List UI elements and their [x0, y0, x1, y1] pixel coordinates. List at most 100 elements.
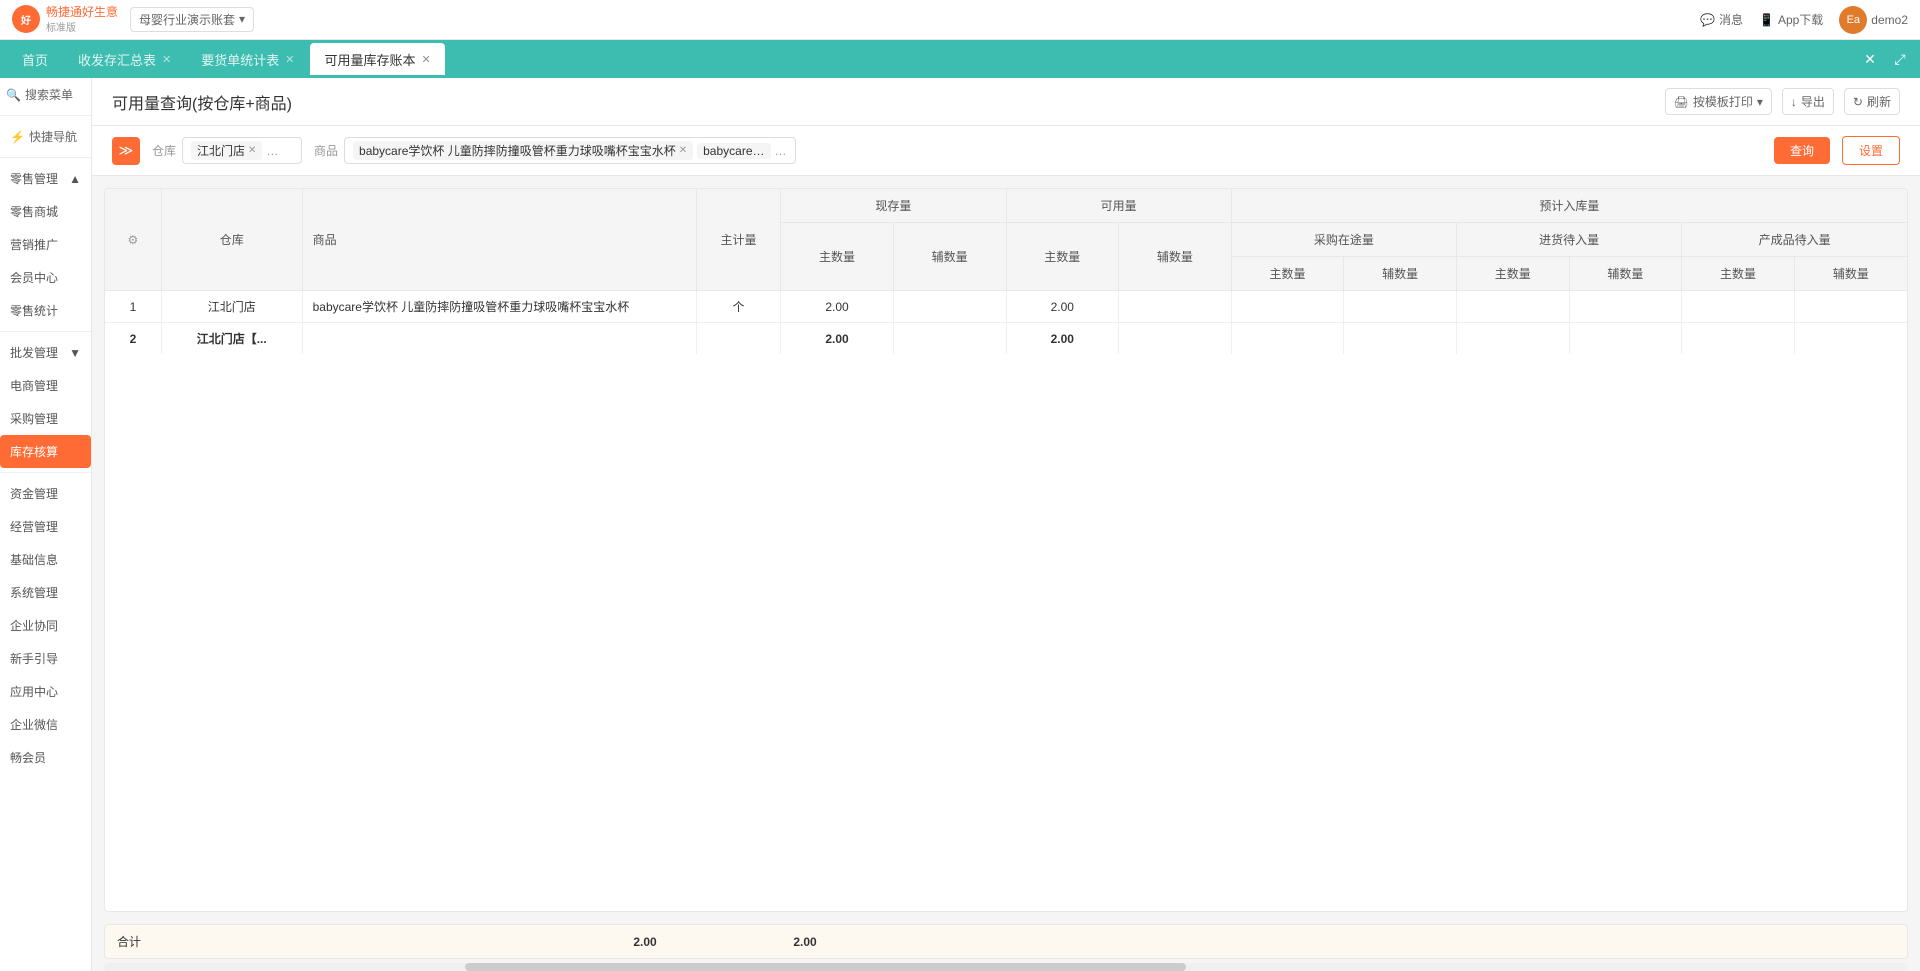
- product-tag-2: babycare…: [697, 143, 770, 159]
- th-production-pending-main: 主数量: [1682, 257, 1795, 291]
- warehouse-tag: 江北门店 ✕: [191, 141, 262, 160]
- cell-pt-main-2: [1231, 323, 1344, 355]
- app-download-btn[interactable]: 📱 App下载: [1759, 11, 1823, 28]
- th-warehouse: 仓库: [161, 189, 302, 291]
- th-settings: ⚙: [105, 189, 161, 291]
- chevron-down-icon3: ▾: [1757, 95, 1763, 109]
- main-layout: 🔍 搜索菜单 ⚡ 快捷导航 零售管理 ▲ 零售商城 营销推广 会员中心 零售统计…: [0, 78, 1920, 971]
- sidebar-item-purchase[interactable]: 采购管理: [0, 402, 91, 435]
- table-footer: 合计 2.00 2.00: [104, 924, 1908, 959]
- cell-available-aux-2: [1119, 323, 1232, 355]
- cell-pt-aux-1: [1344, 291, 1457, 323]
- product-value-box[interactable]: babycare学饮杯 儿童防摔防撞吸管杯重力球吸嘴杯宝宝水杯 ✕ babyca…: [344, 137, 795, 164]
- table-row: 1 江北门店 babycare学饮杯 儿童防摔防撞吸管杯重力球吸嘴杯宝宝水杯 个…: [105, 291, 1907, 323]
- cell-stock-aux-2: [893, 323, 1006, 355]
- data-table: ⚙ 仓库 商品 主计量 现存量 可用量 预计入库量 主数量 辅数量 主数量 辅数…: [105, 189, 1907, 354]
- th-available-group: 可用量: [1006, 189, 1231, 223]
- sidebar-item-finance[interactable]: 资金管理: [0, 477, 91, 510]
- setting-btn[interactable]: 设置: [1842, 136, 1900, 165]
- sidebar-section-wholesale[interactable]: 批发管理 ▼: [0, 336, 91, 369]
- tab-close-available-inventory[interactable]: ✕: [422, 53, 431, 66]
- sidebar-item-retail-stats[interactable]: 零售统计: [0, 294, 91, 327]
- cell-product-1: babycare学饮杯 儿童防摔防撞吸管杯重力球吸嘴杯宝宝水杯: [302, 291, 696, 323]
- th-purchase-pending-group: 进货待入量: [1457, 223, 1682, 257]
- tab-close-receive-summary[interactable]: ✕: [162, 53, 171, 66]
- brand-name: 畅捷通好生意: [46, 5, 118, 19]
- search-icon: 🔍: [6, 88, 21, 102]
- brand-logo: 好: [12, 5, 40, 33]
- refresh-btn[interactable]: ↻ 刷新: [1844, 88, 1900, 115]
- filter-toggle-btn[interactable]: ≫: [112, 137, 140, 165]
- tab-receive-summary[interactable]: 收发存汇总表 ✕: [64, 43, 185, 75]
- quick-nav-icon: ⚡: [10, 130, 25, 144]
- sidebar-item-enterprise-wechat[interactable]: 企业微信: [0, 708, 91, 741]
- user-menu[interactable]: Ea demo2: [1839, 6, 1908, 34]
- scroll-thumb[interactable]: [465, 963, 1187, 971]
- expand-tabs-btn[interactable]: ⤢: [1888, 47, 1912, 71]
- sidebar-item-system[interactable]: 系统管理: [0, 576, 91, 609]
- chevron-down-icon2: ▼: [69, 346, 81, 360]
- sidebar-item-retail-promo[interactable]: 营销推广: [0, 228, 91, 261]
- sidebar-section-retail[interactable]: 零售管理 ▲: [0, 162, 91, 195]
- print-btn[interactable]: 🖨 按模板打印 ▾: [1665, 88, 1772, 115]
- th-unit: 主计量: [696, 189, 780, 291]
- product-tag-1-close[interactable]: ✕: [679, 145, 687, 156]
- sidebar-item-app-center[interactable]: 应用中心: [0, 675, 91, 708]
- sidebar-item-retail-mall[interactable]: 零售商城: [0, 195, 91, 228]
- sidebar-item-ecommerce[interactable]: 电商管理: [0, 369, 91, 402]
- cell-index-1: 1: [105, 291, 161, 323]
- cell-warehouse-1: 江北门店: [161, 291, 302, 323]
- cell-stock-main-2: 2.00: [781, 323, 894, 355]
- chevron-up-icon: ▲: [69, 172, 81, 186]
- sidebar-item-enterprise[interactable]: 企业协同: [0, 609, 91, 642]
- th-production-pending-group: 产成品待入量: [1682, 223, 1907, 257]
- cell-unit-2: [696, 323, 780, 355]
- tab-available-inventory[interactable]: 可用量库存账本 ✕: [310, 43, 444, 75]
- app-icon: 📱: [1759, 13, 1774, 27]
- product-filter: 商品 babycare学饮杯 儿童防摔防撞吸管杯重力球吸嘴杯宝宝水杯 ✕ bab…: [314, 137, 795, 164]
- export-btn[interactable]: ↓ 导出: [1782, 88, 1834, 115]
- tab-close-order-stats[interactable]: ✕: [285, 53, 294, 66]
- th-stock-aux: 辅数量: [893, 223, 1006, 291]
- close-all-tabs-btn[interactable]: ✕: [1858, 47, 1882, 71]
- th-purchase-transit-group: 采购在途量: [1231, 223, 1456, 257]
- search-btn[interactable]: 查询: [1774, 137, 1830, 164]
- top-bar: 好 畅捷通好生意 标准版 母婴行业演示账套 ▾ 💬 消息 📱 App下载 Ea …: [0, 0, 1920, 40]
- filter-bar: ≫ 仓库 江北门店 ✕ … 商品 babycare学饮杯 儿童防摔防撞吸管杯重力…: [92, 126, 1920, 176]
- industry-select[interactable]: 母婴行业演示账套 ▾: [130, 7, 254, 32]
- cell-pt-main-1: [1231, 291, 1344, 323]
- brand-sub: 标准版: [46, 19, 118, 34]
- sidebar-item-operations[interactable]: 经营管理: [0, 510, 91, 543]
- product-more[interactable]: …: [775, 144, 787, 158]
- warehouse-tag-close[interactable]: ✕: [248, 145, 256, 156]
- sidebar-quick-nav[interactable]: ⚡ 快捷导航: [0, 120, 91, 153]
- settings-icon[interactable]: ⚙: [128, 233, 139, 247]
- sidebar-search[interactable]: 🔍 搜索菜单: [0, 78, 91, 111]
- message-btn[interactable]: 💬 消息: [1700, 11, 1743, 28]
- product-tag-1: babycare学饮杯 儿童防摔防撞吸管杯重力球吸嘴杯宝宝水杯 ✕: [353, 141, 693, 160]
- refresh-icon: ↻: [1853, 95, 1863, 109]
- tab-home[interactable]: 首页: [8, 43, 62, 75]
- content-area: 可用量查询(按仓库+商品) 🖨 按模板打印 ▾ ↓ 导出 ↻ 刷新 ≫: [92, 78, 1920, 971]
- chevron-down-icon: ▾: [239, 12, 245, 26]
- cell-index-2: 2: [105, 323, 161, 355]
- horizontal-scrollbar[interactable]: [104, 963, 1908, 971]
- warehouse-more[interactable]: …: [266, 144, 278, 158]
- sidebar-item-basics[interactable]: 基础信息: [0, 543, 91, 576]
- tab-order-stats[interactable]: 要货单统计表 ✕: [187, 43, 308, 75]
- cell-pp-main-1: [1457, 291, 1570, 323]
- th-purchase-transit-main: 主数量: [1231, 257, 1344, 291]
- cell-pp-aux-1: [1569, 291, 1682, 323]
- sidebar-item-vip[interactable]: 畅会员: [0, 741, 91, 774]
- sidebar-item-newcomer[interactable]: 新手引导: [0, 642, 91, 675]
- sidebar-item-inventory[interactable]: 库存核算: [0, 435, 91, 468]
- cell-stock-main-1: 2.00: [781, 291, 894, 323]
- brand: 好 畅捷通好生意 标准版: [12, 5, 118, 34]
- cell-pp-main-2: [1457, 323, 1570, 355]
- tab-bar: 首页 收发存汇总表 ✕ 要货单统计表 ✕ 可用量库存账本 ✕ ✕ ⤢: [0, 40, 1920, 78]
- warehouse-value-box[interactable]: 江北门店 ✕ …: [182, 137, 302, 164]
- cell-pt-aux-2: [1344, 323, 1457, 355]
- th-product: 商品: [302, 189, 696, 291]
- sidebar-item-member-center[interactable]: 会员中心: [0, 261, 91, 294]
- export-icon: ↓: [1791, 95, 1797, 109]
